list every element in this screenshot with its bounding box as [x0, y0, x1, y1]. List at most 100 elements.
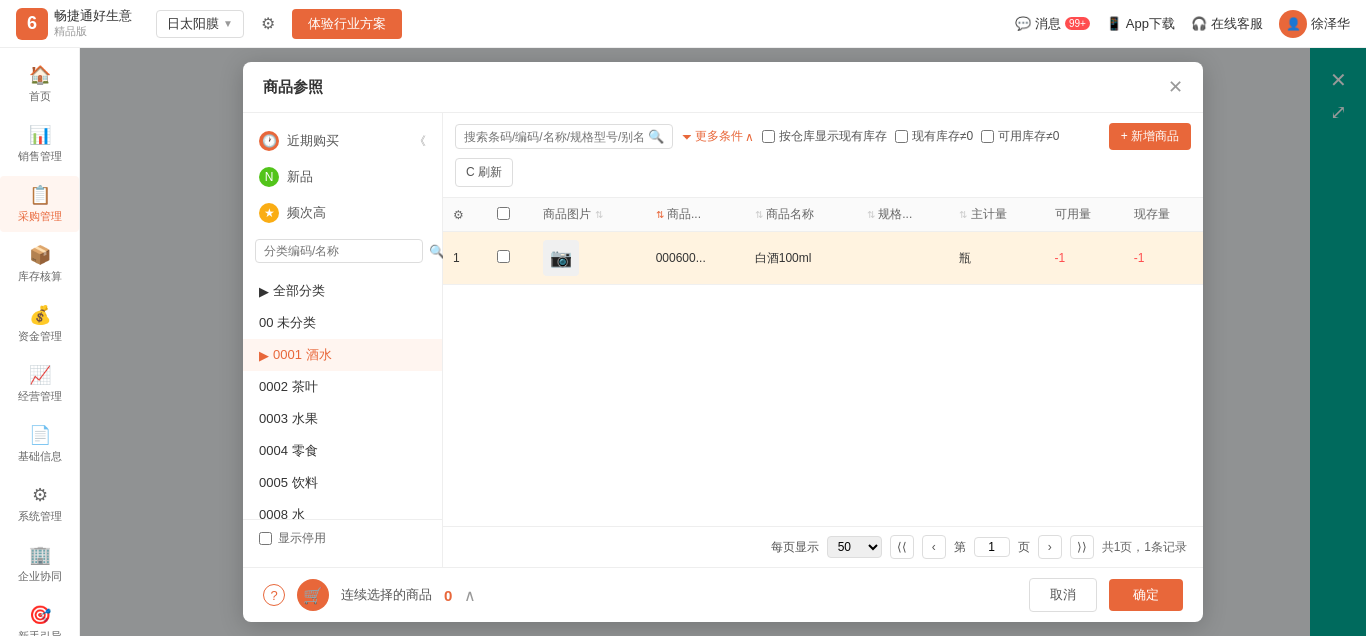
modal-title: 商品参照	[263, 78, 323, 97]
cell-stock: -1	[1124, 232, 1203, 285]
row-checkbox[interactable]	[497, 250, 510, 263]
app-download-item[interactable]: 📱 App下载	[1106, 15, 1175, 33]
col-checkbox	[487, 198, 534, 232]
add-product-button[interactable]: + 新增商品	[1109, 123, 1191, 150]
sidebar-item-guide[interactable]: 🎯 新手引导	[0, 596, 79, 636]
sidebar-item-finance[interactable]: 💰 资金管理	[0, 296, 79, 352]
recent-purchase-item[interactable]: 🕐 近期购买 《	[243, 123, 442, 159]
col-image-label: 商品图片	[543, 207, 591, 221]
sidebar-item-operations[interactable]: 📈 经营管理	[0, 356, 79, 412]
col-unit-label: 主计量	[971, 207, 1007, 221]
headset-icon: 🎧	[1191, 16, 1207, 31]
more-filters-btn[interactable]: ⏷ 更多条件 ∧	[681, 128, 754, 145]
select-all-checkbox[interactable]	[497, 207, 510, 220]
logo: 6 畅捷通好生意 精品版	[16, 8, 132, 40]
product-table: ⚙ 商品图片 ⇅ ⇅ 商品...	[443, 198, 1203, 285]
sidebar-label-purchase: 采购管理	[18, 209, 62, 224]
messages-item[interactable]: 💬 消息 99+	[1015, 15, 1090, 33]
chevron-down-icon: ▼	[223, 18, 233, 29]
confirm-button[interactable]: 确定	[1109, 579, 1183, 611]
cell-name: 白酒100ml	[745, 232, 857, 285]
cart-icon[interactable]: 🛒	[297, 579, 329, 611]
cat-item-liquor[interactable]: ▶ 0001 酒水	[243, 339, 442, 371]
cancel-button[interactable]: 取消	[1029, 578, 1097, 612]
frequent-item[interactable]: ★ 频次高	[243, 195, 442, 231]
sort-code-icon: ⇅	[656, 209, 664, 220]
sidebar-label-inventory: 库存核算	[18, 269, 62, 284]
cat-label-unclassified: 00 未分类	[259, 314, 316, 332]
refresh-button[interactable]: C 刷新	[455, 158, 513, 187]
prev-page-button[interactable]: ‹	[922, 535, 946, 559]
sidebar-item-sales[interactable]: 📊 销售管理	[0, 116, 79, 172]
recent-purchase-label: 近期购买	[287, 132, 339, 150]
search-btn-icon[interactable]: 🔍	[648, 129, 664, 144]
sidebar-item-inventory[interactable]: 📦 库存核算	[0, 236, 79, 292]
product-search-input[interactable]	[464, 130, 644, 144]
modal-footer: ? 🛒 连续选择的商品 0 ∧ 取消 确定	[243, 567, 1203, 622]
sidebar-label-enterprise: 企业协同	[18, 569, 62, 584]
check-current-stock[interactable]	[895, 130, 908, 143]
cat-item-water[interactable]: 0008 水	[243, 499, 442, 519]
topbar-nav: 日太阳膜 ▼ ⚙ 体验行业方案	[156, 8, 1015, 40]
home-icon: 🏠	[29, 64, 51, 86]
check-available-stock-label[interactable]: 可用库存≠0	[981, 128, 1059, 145]
purchase-icon: 📋	[29, 184, 51, 206]
sidebar-label-system: 系统管理	[18, 509, 62, 524]
sidebar-item-home[interactable]: 🏠 首页	[0, 56, 79, 112]
enterprise-icon: 🏢	[29, 544, 51, 566]
show-disabled-checkbox[interactable]	[259, 532, 272, 545]
cell-checkbox[interactable]	[487, 232, 534, 285]
user-item[interactable]: 👤 徐泽华	[1279, 10, 1350, 38]
cat-item-beverage[interactable]: 0005 饮料	[243, 467, 442, 499]
page-unit: 页	[1018, 539, 1030, 556]
cat-item-snack[interactable]: 0004 零食	[243, 435, 442, 467]
collapse-up-icon[interactable]: ∧	[464, 586, 476, 605]
trial-button[interactable]: 体验行业方案	[292, 9, 402, 39]
online-service-item[interactable]: 🎧 在线客服	[1191, 15, 1263, 33]
settings-icon[interactable]: ⚙	[252, 8, 284, 40]
page-number-input[interactable]	[974, 537, 1010, 557]
frequent-label: 频次高	[287, 204, 326, 222]
per-page-select[interactable]: 20 50 100	[827, 536, 882, 558]
modal-body: 🕐 近期购买 《 N 新品 ★ 频次高	[243, 113, 1203, 567]
cell-available: -1	[1045, 232, 1124, 285]
cat-item-fruit[interactable]: 0003 水果	[243, 403, 442, 435]
cat-search-input[interactable]	[255, 239, 423, 263]
sidebar-item-system[interactable]: ⚙ 系统管理	[0, 476, 79, 532]
sidebar-item-basic[interactable]: 📄 基础信息	[0, 416, 79, 472]
help-icon[interactable]: ?	[263, 584, 285, 606]
cat-item-all[interactable]: ▶ 全部分类	[243, 275, 442, 307]
new-product-item[interactable]: N 新品	[243, 159, 442, 195]
check-current-stock-label[interactable]: 现有库存≠0	[895, 128, 973, 145]
last-page-button[interactable]: ⟩⟩	[1070, 535, 1094, 559]
check-available-stock[interactable]	[981, 130, 994, 143]
table-row[interactable]: 1 📷 000600... 白酒100ml 瓶	[443, 232, 1203, 285]
clock-icon: 🕐	[259, 131, 279, 151]
store-selector[interactable]: 日太阳膜 ▼	[156, 10, 244, 38]
sidebar-label-home: 首页	[29, 89, 51, 104]
next-page-button[interactable]: ›	[1038, 535, 1062, 559]
online-service-label: 在线客服	[1211, 15, 1263, 33]
cat-item-tea[interactable]: 0002 茶叶	[243, 371, 442, 403]
col-image: 商品图片 ⇅	[533, 198, 645, 232]
cell-image: 📷	[533, 232, 645, 285]
close-icon[interactable]: ✕	[1168, 76, 1183, 98]
first-page-button[interactable]: ⟨⟨	[890, 535, 914, 559]
username: 徐泽华	[1311, 15, 1350, 33]
more-filters-label: 更多条件	[695, 128, 743, 145]
col-name: ⇅ 商品名称	[745, 198, 857, 232]
check-warehouse[interactable]	[762, 130, 775, 143]
col-available-label: 可用量	[1055, 207, 1091, 221]
check-warehouse-label[interactable]: 按仓库显示现有库存	[762, 128, 887, 145]
sidebar-item-enterprise[interactable]: 🏢 企业协同	[0, 536, 79, 592]
operations-icon: 📈	[29, 364, 51, 386]
cat-item-unclassified[interactable]: 00 未分类	[243, 307, 442, 339]
col-settings[interactable]: ⚙	[443, 198, 487, 232]
cell-unit: 瓶	[949, 232, 1044, 285]
col-stock-label: 现存量	[1134, 207, 1170, 221]
collapse-icon[interactable]: 《	[414, 133, 426, 150]
sidebar: 🏠 首页 📊 销售管理 📋 采购管理 📦 库存核算 💰 资金管理 📈 经营管理 …	[0, 48, 80, 636]
cat-label-snack: 0004 零食	[259, 442, 318, 460]
sidebar-label-finance: 资金管理	[18, 329, 62, 344]
sidebar-item-purchase[interactable]: 📋 采购管理	[0, 176, 79, 232]
